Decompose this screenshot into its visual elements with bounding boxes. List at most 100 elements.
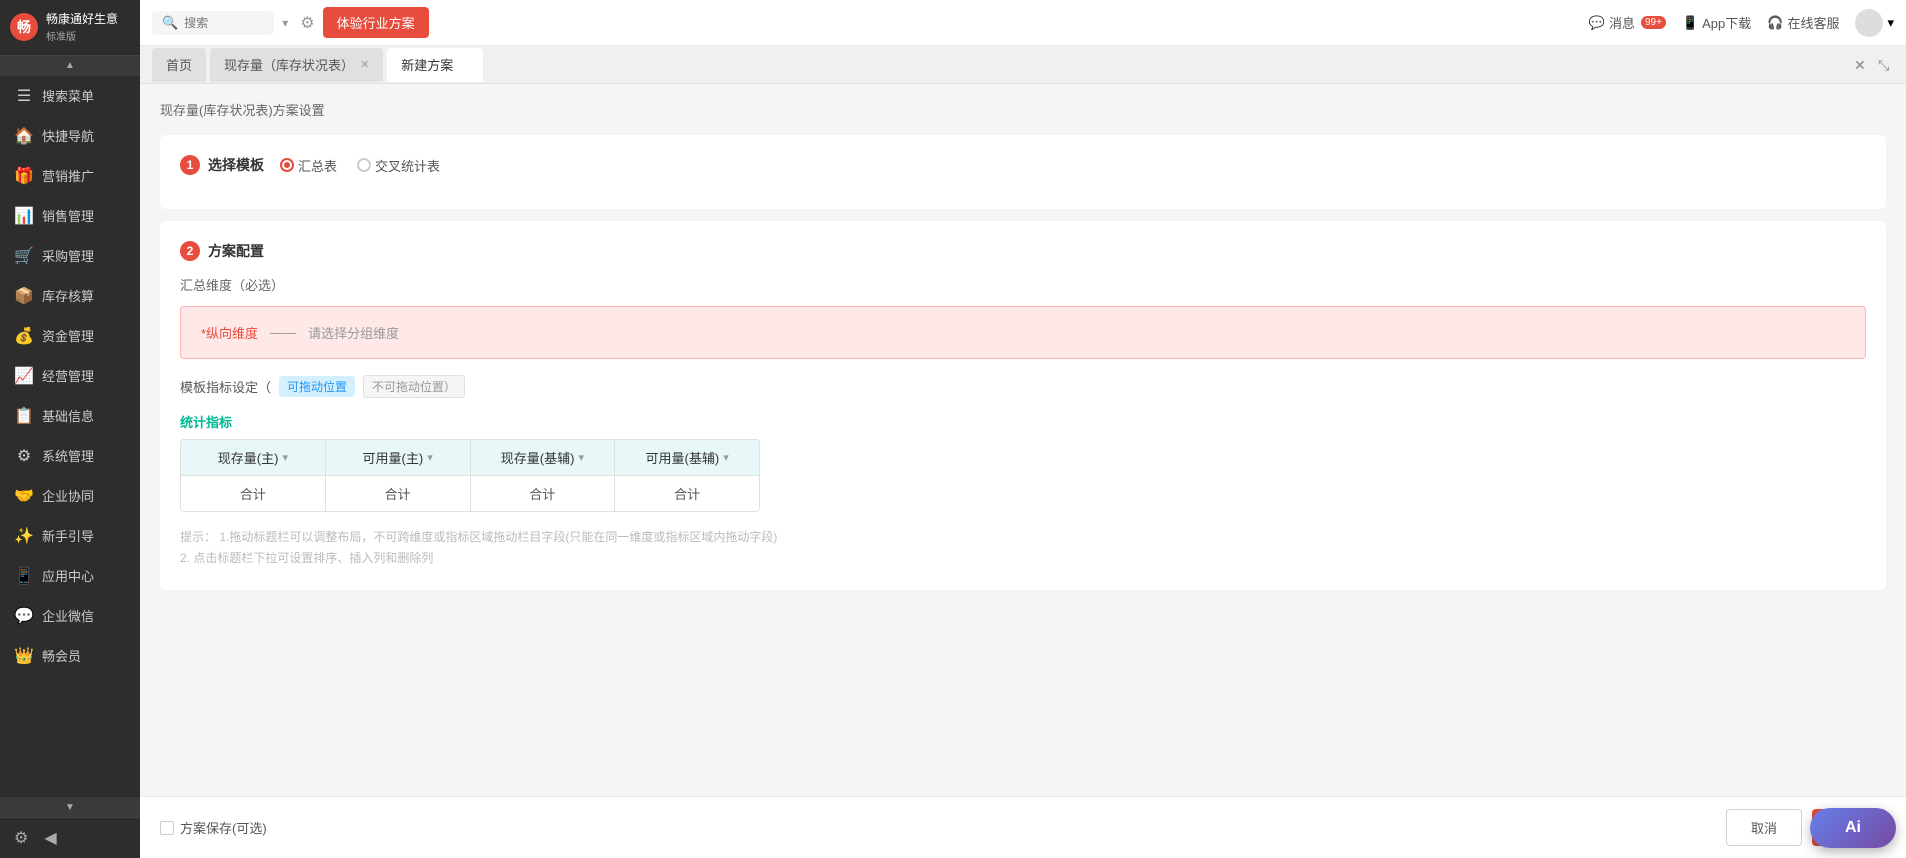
sidebar-item-label-coop: 企业协同 <box>42 486 94 505</box>
search-dropdown-icon[interactable]: ▾ <box>282 16 288 30</box>
sidebar-item-app-center[interactable]: 📱 应用中心 <box>0 556 140 596</box>
radio-summary-dot <box>280 158 294 172</box>
app-download-label: App下载 <box>1702 13 1751 32</box>
messages-badge: 99+ <box>1641 16 1666 29</box>
dimension-box[interactable]: *纵向维度 —— 请选择分组维度 <box>180 306 1866 359</box>
col1-dropdown-icon[interactable]: ▾ <box>282 451 288 464</box>
basic-info-icon: 📋 <box>14 406 34 426</box>
system-icon: ⚙ <box>14 446 34 466</box>
sidebar-item-member[interactable]: 👑 畅会员 <box>0 636 140 676</box>
sidebar-item-sales[interactable]: 📊 销售管理 <box>0 196 140 236</box>
phone-icon: 📱 <box>1682 15 1698 31</box>
close-window-icon[interactable]: ✕ <box>1854 57 1870 73</box>
col3-dropdown-icon[interactable]: ▾ <box>578 451 584 464</box>
wechat-icon: 💬 <box>14 606 34 626</box>
stats-cell-3: 合计 <box>471 476 616 511</box>
search-input[interactable] <box>184 16 264 30</box>
sidebar-item-quick-nav[interactable]: 🏠 快捷导航 <box>0 116 140 156</box>
collapse-icon[interactable]: ◀ <box>44 828 56 848</box>
tab-new-scheme-close[interactable]: ✕ <box>459 58 469 72</box>
dim-placeholder: 请选择分组维度 <box>308 323 399 342</box>
radio-cross[interactable]: 交叉统计表 <box>357 156 440 175</box>
sidebar-item-label-marketing: 营销推广 <box>42 166 94 185</box>
online-service-button[interactable]: 🎧 在线客服 <box>1767 13 1839 32</box>
sidebar-item-label-nav: 快捷导航 <box>42 126 94 145</box>
app-version: 标准版 <box>46 28 118 43</box>
inventory-icon: 📦 <box>14 286 34 306</box>
sidebar-item-basic-info[interactable]: 📋 基础信息 <box>0 396 140 436</box>
sidebar-scroll-up[interactable]: ▲ <box>0 56 140 76</box>
stats-cell-4: 合计 <box>615 476 759 511</box>
sidebar-item-label-operation: 经营管理 <box>42 366 94 385</box>
save-checkbox[interactable] <box>160 821 174 835</box>
step2-title: 方案配置 <box>208 241 264 261</box>
search-menu-icon: ☰ <box>14 86 34 106</box>
sidebar-item-label-basic: 基础信息 <box>42 406 94 425</box>
sidebar-item-guide[interactable]: ✨ 新手引导 <box>0 516 140 556</box>
col2-dropdown-icon[interactable]: ▾ <box>427 451 433 464</box>
radio-summary-label: 汇总表 <box>298 156 337 175</box>
industry-plan-button[interactable]: 体验行业方案 <box>323 7 429 38</box>
stats-col-3[interactable]: 现存量(基辅) ▾ <box>471 440 616 475</box>
stats-col-4[interactable]: 可用量(基辅) ▾ <box>615 440 759 475</box>
tab-home[interactable]: 首页 <box>152 48 206 82</box>
step1-label: 1 选择模板 汇总表 交叉统计表 <box>180 155 1866 175</box>
chevron-down-icon: ▾ <box>1887 15 1894 31</box>
sidebar-item-marketing[interactable]: 🎁 营销推广 <box>0 156 140 196</box>
app-logo: 畅 畅康通好生意 标准版 <box>0 0 140 56</box>
sidebar-item-purchase[interactable]: 🛒 采购管理 <box>0 236 140 276</box>
tab-inventory-status[interactable]: 现存量（库存状况表） ✕ <box>210 48 383 82</box>
user-avatar <box>1855 9 1883 37</box>
sidebar: 畅 畅康通好生意 标准版 ▲ ☰ 搜索菜单 🏠 快捷导航 🎁 营销推广 📊 销售… <box>0 0 140 858</box>
guide-icon: ✨ <box>14 526 34 546</box>
sidebar-item-label-system: 系统管理 <box>42 446 94 465</box>
step1-section: 1 选择模板 汇总表 交叉统计表 <box>160 135 1886 209</box>
sidebar-item-label-search: 搜索菜单 <box>42 86 94 105</box>
message-icon: 💬 <box>1589 15 1605 31</box>
marketing-icon: 🎁 <box>14 166 34 186</box>
sidebar-item-finance[interactable]: 💰 资金管理 <box>0 316 140 356</box>
sidebar-item-label-app: 应用中心 <box>42 566 94 585</box>
logo-icon: 畅 <box>10 13 38 41</box>
tip-2: 2. 点击标题栏下拉可设置排序、插入列和删除列 <box>180 549 1866 566</box>
gear-icon[interactable]: ⚙ <box>300 13 314 33</box>
sidebar-item-label-inventory: 库存核算 <box>42 286 94 305</box>
sidebar-item-label-purchase: 采购管理 <box>42 246 94 265</box>
app-name: 畅康通好生意 <box>46 12 118 28</box>
cancel-button[interactable]: 取消 <box>1726 809 1802 846</box>
tips-box: 提示： 1.拖动标题栏可以调整布局，不可跨维度或指标区域拖动栏目字段(只能在同一… <box>180 528 1866 566</box>
topbar-right: 💬 消息 99+ 📱 App下载 🎧 在线客服 ▾ <box>1589 9 1894 37</box>
tab-inventory-close[interactable]: ✕ <box>360 58 369 71</box>
member-icon: 👑 <box>14 646 34 666</box>
sidebar-item-inventory[interactable]: 📦 库存核算 <box>0 276 140 316</box>
save-option[interactable]: 方案保存(可选) <box>160 818 267 837</box>
settings-icon[interactable]: ⚙ <box>14 828 28 848</box>
col4-dropdown-icon[interactable]: ▾ <box>723 451 729 464</box>
sidebar-scroll-down[interactable]: ▼ <box>0 797 140 817</box>
cooperation-icon: 🤝 <box>14 486 34 506</box>
sidebar-item-search-menu[interactable]: ☰ 搜索菜单 <box>0 76 140 116</box>
step2-number: 2 <box>180 241 200 261</box>
stats-col-1-label: 现存量(主) <box>218 448 279 467</box>
app-download-button[interactable]: 📱 App下载 <box>1682 13 1751 32</box>
stats-col-2[interactable]: 可用量(主) ▾ <box>326 440 471 475</box>
sidebar-item-system[interactable]: ⚙ 系统管理 <box>0 436 140 476</box>
sidebar-item-label-wechat: 企业微信 <box>42 606 94 625</box>
sidebar-item-operation[interactable]: 📈 经营管理 <box>0 356 140 396</box>
messages-button[interactable]: 💬 消息 99+ <box>1589 13 1666 32</box>
radio-summary[interactable]: 汇总表 <box>280 156 337 175</box>
quick-nav-icon: 🏠 <box>14 126 34 146</box>
template-settings-row: 模板指标设定（ 可拖动位置 不可拖动位置） <box>180 375 1866 398</box>
topbar-search-box[interactable]: 🔍 <box>152 11 274 35</box>
stats-col-1[interactable]: 现存量(主) ▾ <box>181 440 326 475</box>
tab-new-scheme[interactable]: 新建方案 ✕ <box>387 48 483 82</box>
radio-cross-label: 交叉统计表 <box>375 156 440 175</box>
tab-home-label: 首页 <box>166 55 192 74</box>
expand-icon[interactable]: ⤡ <box>1878 57 1894 73</box>
app-center-icon: 📱 <box>14 566 34 586</box>
user-menu[interactable]: ▾ <box>1855 9 1894 37</box>
sidebar-item-wechat[interactable]: 💬 企业微信 <box>0 596 140 636</box>
ai-fab-button[interactable]: Ai <box>1810 808 1896 848</box>
stats-col-2-label: 可用量(主) <box>363 448 424 467</box>
sidebar-item-cooperation[interactable]: 🤝 企业协同 <box>0 476 140 516</box>
